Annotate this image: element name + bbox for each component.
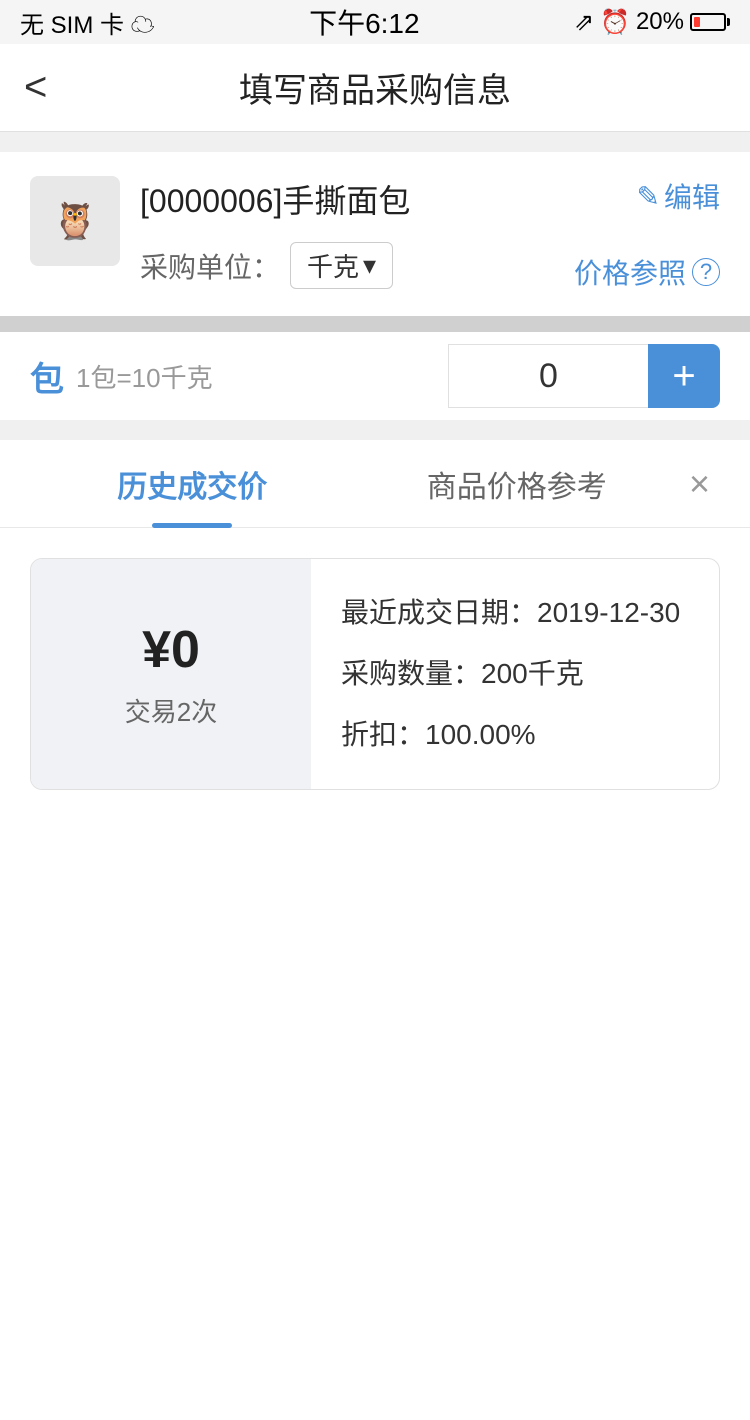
location-icon: ⇗: [574, 8, 594, 37]
discount-label: 折扣：: [341, 719, 425, 750]
tabs-close-button[interactable]: ×: [679, 453, 720, 515]
quantity-label-text: 采购数量：: [341, 658, 481, 689]
quantity-row: 包 1包=10千克 0 +: [0, 332, 750, 420]
edit-label: 编辑: [664, 176, 720, 216]
tabs-header: 历史成交价 商品价格参考 ×: [0, 440, 750, 528]
edit-icon: ✎: [637, 180, 660, 213]
dropdown-arrow-icon: ▾: [363, 250, 376, 281]
history-price-value: ¥0: [142, 620, 200, 680]
battery-icon: [690, 13, 730, 31]
quantity-control: 0 +: [448, 344, 720, 408]
history-content: ¥0 交易2次 最近成交日期：2019-12-30 采购数量：200千克 折扣：…: [0, 528, 750, 820]
status-bar-right: ⇗ ⏰ 20%: [574, 8, 730, 37]
history-quantity: 采购数量：200千克: [341, 652, 689, 697]
unit-badge: 包: [30, 352, 64, 401]
battery-percent: 20%: [636, 8, 684, 36]
history-recent-date: 最近成交日期：2019-12-30: [341, 591, 689, 636]
history-card: ¥0 交易2次 最近成交日期：2019-12-30 采购数量：200千克 折扣：…: [30, 558, 720, 790]
product-info: [0000006]手撕面包 采购单位： 千克 ▾: [140, 176, 410, 289]
product-name: [0000006]手撕面包: [140, 176, 410, 222]
quantity-label: 包 1包=10千克: [30, 352, 213, 401]
price-amount: 0: [171, 621, 200, 679]
history-price-col: ¥0 交易2次: [31, 559, 311, 789]
product-card: 🦉 [0000006]手撕面包 采购单位： 千克 ▾ ✎ 编辑: [0, 152, 750, 316]
quantity-plus-button[interactable]: +: [648, 344, 720, 408]
status-bar-time: 下午6:12: [309, 2, 420, 42]
unit-select[interactable]: 千克 ▾: [290, 242, 393, 289]
help-icon: ?: [692, 258, 720, 286]
back-button[interactable]: <: [24, 65, 47, 110]
quantity-input[interactable]: 0: [448, 344, 648, 408]
quantity-value: 200千克: [481, 658, 584, 689]
alarm-icon: ⏰: [600, 8, 630, 37]
tab-history-price[interactable]: 历史成交价: [30, 440, 354, 528]
recent-date-label: 最近成交日期：: [341, 597, 537, 628]
bottom-background: [0, 820, 750, 1420]
currency-symbol: ¥: [142, 621, 171, 679]
unit-label: 采购单位：: [140, 246, 280, 286]
page-title: 填写商品采购信息: [239, 63, 511, 112]
gray-divider: [0, 316, 750, 332]
history-discount: 折扣：100.00%: [341, 713, 689, 758]
recent-date-value: 2019-12-30: [537, 597, 680, 628]
discount-value: 100.00%: [425, 719, 536, 750]
price-ref-label: 价格参照: [574, 252, 686, 292]
price-ref-button[interactable]: 价格参照 ?: [574, 252, 720, 292]
unit-value: 千克: [307, 247, 359, 284]
edit-button[interactable]: ✎ 编辑: [637, 176, 720, 216]
history-trade-count: 交易2次: [125, 692, 217, 729]
status-bar-left: 无 SIM 卡 ☁: [20, 5, 155, 40]
tab-product-price-ref[interactable]: 商品价格参考: [354, 440, 678, 528]
history-detail-col: 最近成交日期：2019-12-30 采购数量：200千克 折扣：100.00%: [311, 559, 719, 789]
tabs-panel: 历史成交价 商品价格参考 × ¥0 交易2次 最近成交日期：2019-12-30…: [0, 440, 750, 820]
unit-equiv: 1包=10千克: [76, 358, 213, 395]
status-bar: 无 SIM 卡 ☁ 下午6:12 ⇗ ⏰ 20%: [0, 0, 750, 44]
product-image-icon: 🦉: [53, 200, 98, 242]
product-thumbnail: 🦉: [30, 176, 120, 266]
nav-bar: < 填写商品采购信息: [0, 44, 750, 132]
sim-status: 无 SIM 卡 ☁: [20, 5, 155, 40]
